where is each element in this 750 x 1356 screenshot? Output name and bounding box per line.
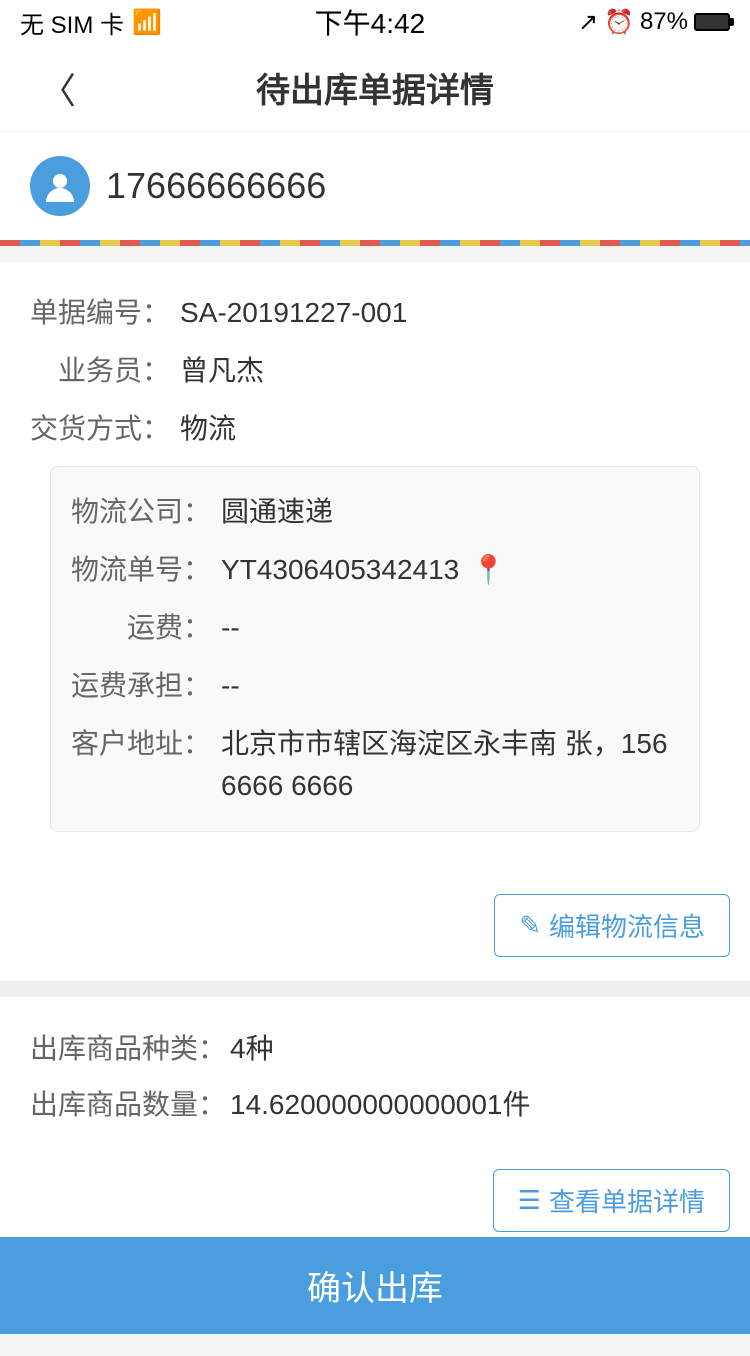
logistics-card: 物流公司： 圆通速递 物流单号： YT43064053424​13 📍 运费： … — [50, 466, 700, 832]
delivery-value: 物流 — [180, 408, 720, 450]
view-btn-label: 查看单据详情 — [549, 1182, 705, 1219]
product-types-label: 出库商品种类： — [30, 1027, 230, 1067]
wifi-icon: 📶 — [132, 8, 162, 37]
address-row: 客户地址： 北京市市辖区海淀区永丰南 张，156 6666 6666 — [71, 723, 679, 807]
battery-text: 87% — [640, 8, 688, 36]
edit-logistics-button[interactable]: ✎ 编辑物流信息 — [494, 894, 730, 957]
status-bar: 无 SIM 卡 📶 下午4:42 ↗ ⏰ 87% — [0, 0, 750, 44]
alarm-icon: ⏰ — [604, 8, 634, 37]
product-quantity-label: 出库商品数量： — [30, 1083, 230, 1123]
order-no-value: SA-20191227-001 — [180, 292, 720, 334]
logistics-company-row: 物流公司： 圆通速递 — [71, 491, 679, 533]
product-quantity-row: 出库商品数量： 14.620000000000001件 — [30, 1083, 720, 1123]
logistics-tracking-value: YT43064053424​13 📍 — [221, 549, 679, 591]
view-details-button[interactable]: ☰ 查看单据详情 — [493, 1169, 730, 1232]
product-types-row: 出库商品种类： 4种 — [30, 1027, 720, 1067]
freight-label: 运费： — [71, 607, 221, 649]
nav-bar: 〈 待出库单据详情 — [0, 44, 750, 132]
section-separator — [0, 981, 750, 997]
order-info-section: 单据编号： SA-20191227-001 业务员： 曾凡杰 交货方式： 物流 … — [0, 262, 750, 878]
freight-bear-label: 运费承担： — [71, 665, 221, 707]
freight-bear-value: -- — [221, 665, 679, 707]
avatar — [30, 156, 90, 216]
salesperson-row: 业务员： 曾凡杰 — [30, 350, 720, 392]
edit-icon: ✎ — [519, 910, 541, 941]
logistics-company-label: 物流公司： — [71, 491, 221, 533]
customer-section: 17666666666 — [0, 132, 750, 240]
customer-phone: 17666666666 — [106, 165, 326, 207]
order-no-label: 单据编号： — [30, 292, 180, 334]
list-icon: ☰ — [518, 1185, 541, 1216]
address-value: 北京市市辖区海淀区永丰南 张，156 6666 6666 — [221, 723, 679, 807]
product-quantity-value: 14.620000000000001件 — [230, 1083, 531, 1123]
back-button[interactable]: 〈 — [30, 52, 86, 124]
tracking-number: YT43064053424​13 — [221, 549, 459, 591]
product-types-value: 4种 — [230, 1027, 274, 1067]
address-label: 客户地址： — [71, 723, 221, 765]
edit-btn-label: 编辑物流信息 — [549, 907, 705, 944]
salesperson-label: 业务员： — [30, 350, 180, 392]
status-time: 下午4:42 — [315, 2, 426, 42]
status-left: 无 SIM 卡 📶 — [20, 5, 162, 40]
logistics-tracking-row: 物流单号： YT43064053424​13 📍 — [71, 549, 679, 591]
dashed-divider — [0, 240, 750, 246]
battery-icon — [694, 13, 730, 31]
page-title: 待出库单据详情 — [256, 63, 494, 112]
delivery-row: 交货方式： 物流 — [30, 408, 720, 450]
status-right: ↗ ⏰ 87% — [578, 8, 730, 37]
delivery-label: 交货方式： — [30, 408, 180, 450]
order-no-row: 单据编号： SA-20191227-001 — [30, 292, 720, 334]
carrier-text: 无 SIM 卡 — [20, 5, 124, 40]
freight-value: -- — [221, 607, 679, 649]
logistics-company-value: 圆通速递 — [221, 491, 679, 533]
edit-btn-row: ✎ 编辑物流信息 — [0, 878, 750, 981]
location-status-icon: ↗ — [578, 8, 598, 37]
salesperson-value: 曾凡杰 — [180, 350, 720, 392]
freight-row: 运费： -- — [71, 607, 679, 649]
logistics-tracking-label: 物流单号： — [71, 549, 221, 591]
map-location-icon[interactable]: 📍 — [471, 549, 506, 591]
product-section: 出库商品种类： 4种 出库商品数量： 14.620000000000001件 — [0, 997, 750, 1153]
confirm-outbound-button[interactable]: 确认出库 — [0, 1261, 750, 1310]
freight-bear-row: 运费承担： -- — [71, 665, 679, 707]
confirm-btn-wrapper: 确认出库 — [0, 1237, 750, 1334]
